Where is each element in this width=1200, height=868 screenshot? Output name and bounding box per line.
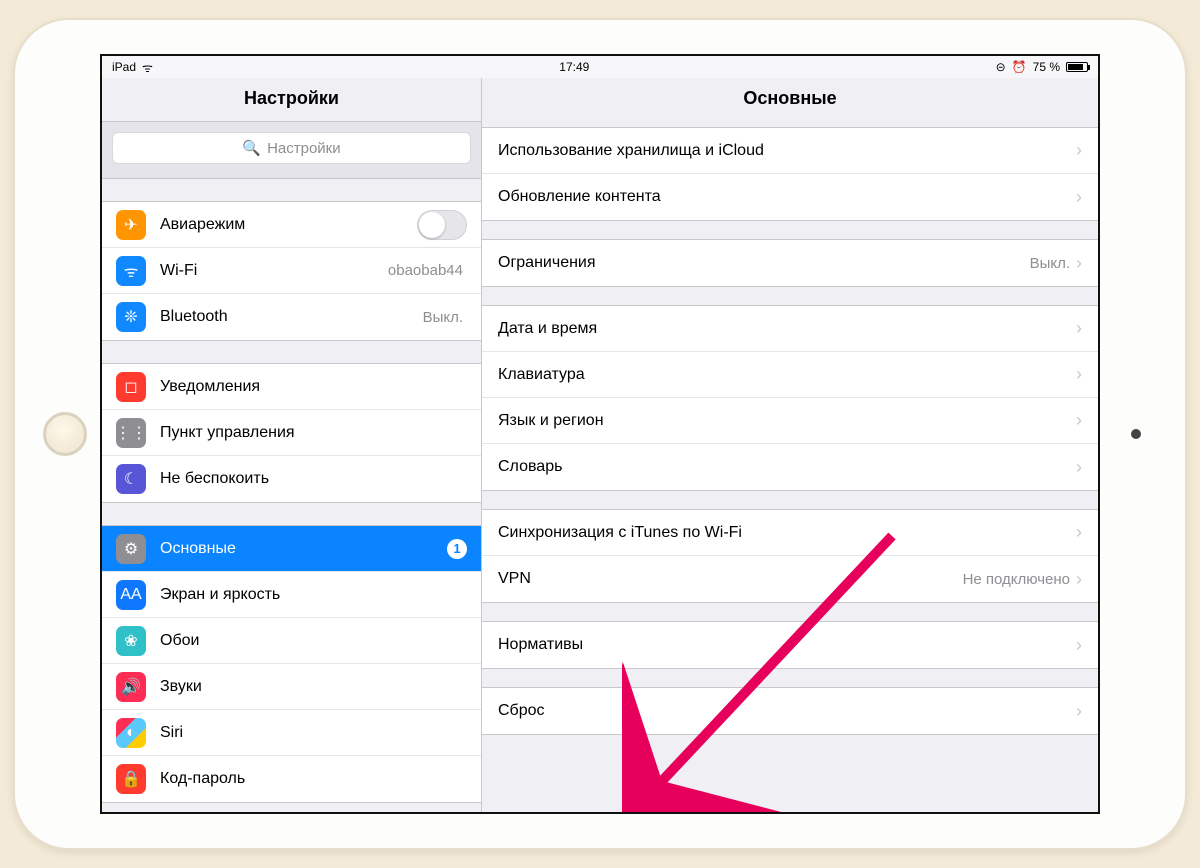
sidebar-item-wallpaper[interactable]: ❀ Обои [102, 618, 481, 664]
home-button[interactable] [43, 412, 87, 456]
sidebar-item-wifi[interactable]: ᯤ Wi-Fiobaobab44 [102, 248, 481, 294]
detail-row-label: Нормативы [498, 636, 583, 654]
chevron-right-icon: › [1076, 569, 1082, 590]
sidebar-item-label: Звуки [160, 678, 467, 696]
detail-row[interactable]: Ограничения Выкл. › [482, 240, 1098, 286]
wifi-icon: ᯤ [116, 256, 146, 286]
detail-row-label: Словарь [498, 458, 562, 476]
sidebar-item-label: Уведомления [160, 378, 467, 396]
chevron-right-icon: › [1076, 701, 1082, 722]
sidebar-title: Настройки [102, 78, 481, 121]
detail-row[interactable]: Словарь › [482, 444, 1098, 490]
status-bar: iPad ᯤ 17:49 ⊝ ⏰ 75 % [102, 56, 1098, 78]
search-input[interactable]: 🔍 Настройки [112, 132, 471, 164]
sidebar-item-display[interactable]: AA Экран и яркость [102, 572, 481, 618]
passcode-icon: 🔒 [116, 764, 146, 794]
sidebar-item-value: obaobab44 [388, 262, 463, 279]
detail-row[interactable]: Нормативы › [482, 622, 1098, 668]
orientation-lock-icon: ⊝ [996, 60, 1006, 74]
bluetooth-icon: ❊ [116, 302, 146, 332]
chevron-right-icon: › [1076, 410, 1082, 431]
detail-row[interactable]: Язык и регион › [482, 398, 1098, 444]
sidebar-item-label: Экран и яркость [160, 586, 467, 604]
detail-row-value: Не подключено [963, 571, 1070, 588]
dnd-icon: ☾ [116, 464, 146, 494]
sidebar-item-siri[interactable]: ◐ Siri [102, 710, 481, 756]
screen: iPad ᯤ 17:49 ⊝ ⏰ 75 % Настройки 🔍 Настро… [100, 54, 1100, 814]
ipad-frame: iPad ᯤ 17:49 ⊝ ⏰ 75 % Настройки 🔍 Настро… [15, 20, 1185, 848]
settings-sidebar: Настройки 🔍 Настройки ✈ Авиарежим ᯤ Wi-Fiob… [102, 78, 482, 812]
sidebar-item-airplane[interactable]: ✈ Авиарежим [102, 202, 481, 248]
sidebar-item-label: Авиарежим [160, 216, 417, 234]
badge: 1 [447, 539, 467, 559]
sidebar-item-value: Выкл. [423, 309, 463, 326]
front-camera [1131, 429, 1141, 439]
detail-row-label: Обновление контента [498, 188, 661, 206]
battery-pct: 75 % [1033, 60, 1060, 74]
display-icon: AA [116, 580, 146, 610]
airplane-icon: ✈ [116, 210, 146, 240]
detail-row-label: Клавиатура [498, 366, 585, 384]
detail-row-label: Использование хранилища и iCloud [498, 142, 764, 160]
notifications-icon: ◻ [116, 372, 146, 402]
detail-title: Основные [482, 78, 1098, 121]
sidebar-item-label: Основные [160, 540, 447, 558]
detail-row-label: Синхронизация с iTunes по Wi-Fi [498, 524, 742, 542]
general-icon: ⚙ [116, 534, 146, 564]
sidebar-item-control-center[interactable]: ⋮⋮ Пункт управления [102, 410, 481, 456]
wifi-status-icon: ᯤ [142, 59, 153, 76]
sidebar-item-general[interactable]: ⚙ Основные1 [102, 526, 481, 572]
sidebar-item-label: Пункт управления [160, 424, 467, 442]
control-center-icon: ⋮⋮ [116, 418, 146, 448]
chevron-right-icon: › [1076, 635, 1082, 656]
chevron-right-icon: › [1076, 364, 1082, 385]
device-label: iPad [112, 60, 136, 74]
chevron-right-icon: › [1076, 318, 1082, 339]
chevron-right-icon: › [1076, 140, 1082, 161]
sidebar-item-label: Обои [160, 632, 467, 650]
sidebar-item-passcode[interactable]: 🔒 Код-пароль [102, 756, 481, 802]
chevron-right-icon: › [1076, 457, 1082, 478]
detail-row[interactable]: Синхронизация с iTunes по Wi-Fi › [482, 510, 1098, 556]
detail-row-value: Выкл. [1030, 255, 1070, 272]
detail-row[interactable]: Клавиатура › [482, 352, 1098, 398]
detail-row-label: Дата и время [498, 320, 597, 338]
sidebar-item-sounds[interactable]: 🔊 Звуки [102, 664, 481, 710]
sidebar-item-label: Не беспокоить [160, 470, 467, 488]
detail-row-label: VPN [498, 570, 531, 588]
chevron-right-icon: › [1076, 253, 1082, 274]
wallpaper-icon: ❀ [116, 626, 146, 656]
sidebar-item-label: Wi-Fi [160, 262, 388, 280]
detail-row[interactable]: Использование хранилища и iCloud › [482, 128, 1098, 174]
sidebar-item-notifications[interactable]: ◻ Уведомления [102, 364, 481, 410]
detail-row-label: Язык и регион [498, 412, 604, 430]
detail-row[interactable]: Обновление контента › [482, 174, 1098, 220]
detail-row[interactable]: Сброс › [482, 688, 1098, 734]
status-time: 17:49 [559, 60, 589, 74]
sidebar-item-label: Bluetooth [160, 308, 423, 326]
battery-icon [1066, 62, 1088, 72]
detail-row[interactable]: VPN Не подключено › [482, 556, 1098, 602]
chevron-right-icon: › [1076, 522, 1082, 543]
search-placeholder: Настройки [267, 140, 341, 157]
alarm-icon: ⏰ [1012, 60, 1027, 74]
sounds-icon: 🔊 [116, 672, 146, 702]
detail-row[interactable]: Дата и время › [482, 306, 1098, 352]
siri-icon: ◐ [116, 718, 146, 748]
detail-panel: Основные Использование хранилища и iClou… [482, 78, 1098, 812]
detail-row-label: Ограничения [498, 254, 596, 272]
sidebar-item-dnd[interactable]: ☾ Не беспокоить [102, 456, 481, 502]
sidebar-item-bluetooth[interactable]: ❊ BluetoothВыкл. [102, 294, 481, 340]
toggle-airplane[interactable] [417, 210, 467, 240]
chevron-right-icon: › [1076, 187, 1082, 208]
sidebar-item-label: Код-пароль [160, 770, 467, 788]
search-icon: 🔍 [242, 139, 261, 157]
sidebar-item-label: Siri [160, 724, 467, 742]
detail-row-label: Сброс [498, 702, 545, 720]
